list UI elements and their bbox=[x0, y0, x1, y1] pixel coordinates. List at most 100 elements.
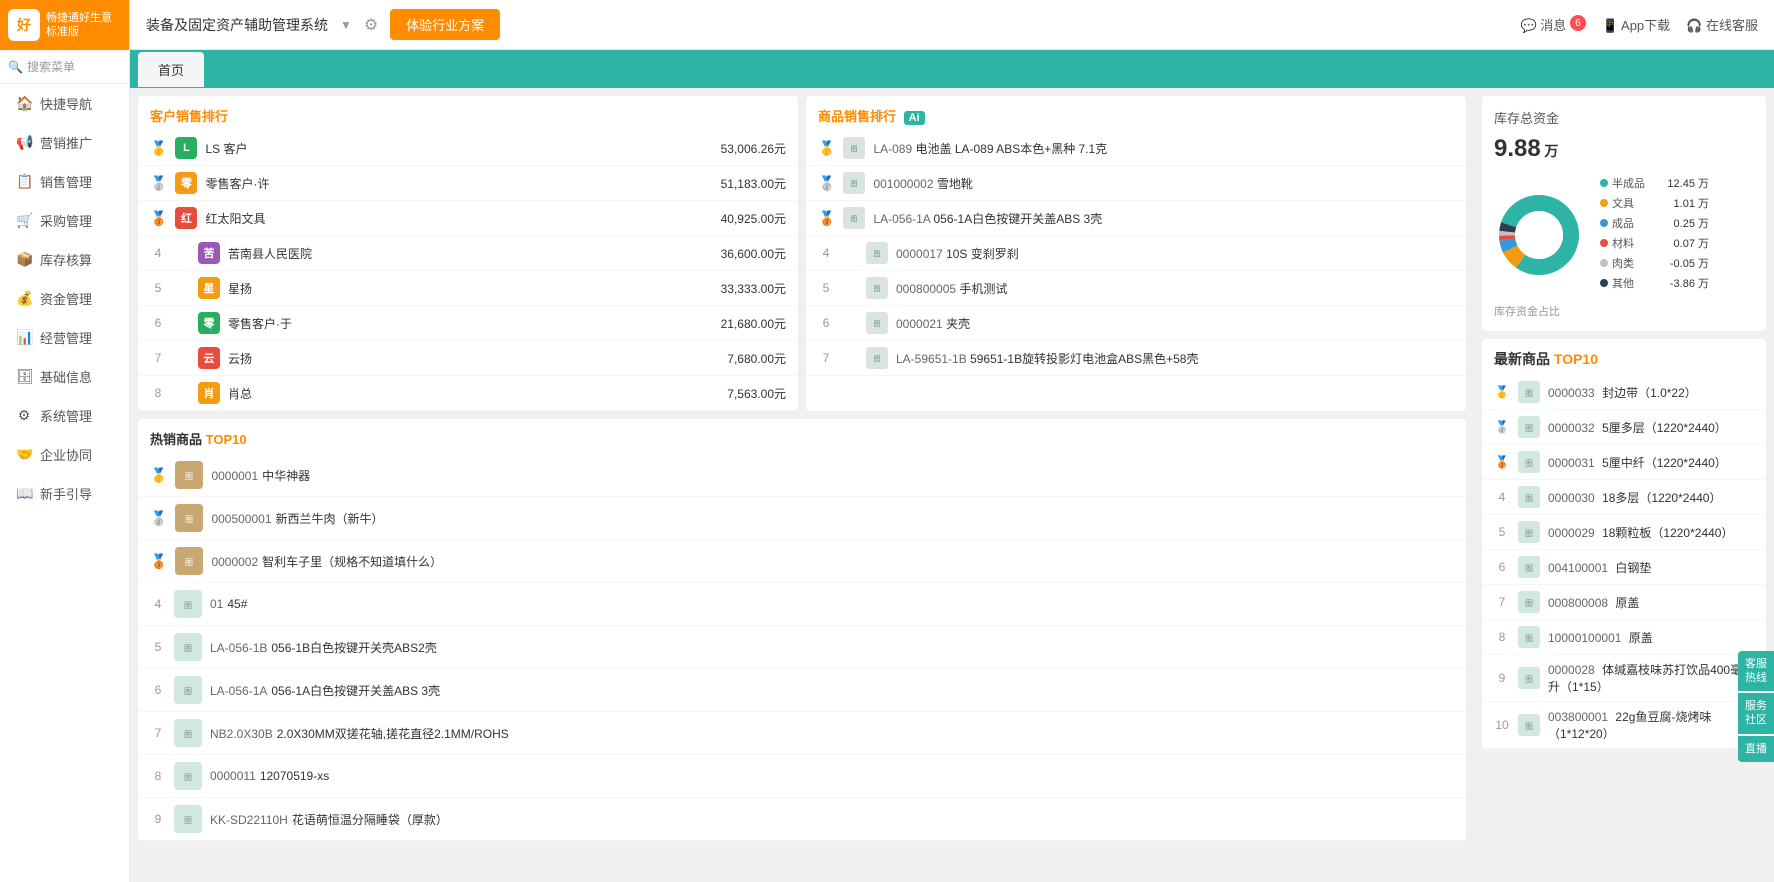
legend-label: 其他 bbox=[1612, 275, 1645, 291]
hot-thumb: 图 bbox=[174, 676, 202, 704]
legend-value: 0.25 万 bbox=[1649, 215, 1709, 231]
app-logo: 好 畅捷通好生意 标准版 bbox=[0, 0, 129, 50]
sidebar-item-2[interactable]: 📋销售管理 bbox=[0, 162, 129, 201]
sidebar-item-1[interactable]: 📢 营销推广 bbox=[0, 123, 129, 162]
float-btn-1[interactable]: 服务 社区 bbox=[1738, 693, 1774, 734]
customer-row-0: 🥇 L LS 客户 53,006.26元 bbox=[138, 131, 798, 166]
legend-label: 材料 bbox=[1612, 235, 1645, 251]
nav-icon-7: 🗄 bbox=[16, 368, 32, 385]
sidebar-item-6[interactable]: 📊经营管理 bbox=[0, 318, 129, 357]
new-thumb: 图 bbox=[1518, 714, 1540, 736]
legend-item-1: 文具 1.01 万 bbox=[1600, 195, 1709, 211]
legend-dot bbox=[1600, 279, 1608, 287]
svg-text:图: 图 bbox=[874, 285, 881, 293]
product-ranking-title: 商品销售排行 Ai bbox=[818, 109, 925, 124]
nav-icon-9: 🤝 bbox=[16, 446, 32, 463]
svg-text:图: 图 bbox=[1525, 564, 1533, 573]
trial-button[interactable]: 体验行业方案 bbox=[390, 9, 500, 40]
sidebar-item-10[interactable]: 📖新手引导 bbox=[0, 474, 129, 513]
product-rank-num: 6 bbox=[818, 316, 834, 330]
sidebar: 好 畅捷通好生意 标准版 🔍 搜索菜单 🏠快捷导航 📢 营销推广 📋销售管理🛒采购管理… bbox=[0, 0, 130, 882]
tab-home[interactable]: 首页 bbox=[138, 52, 204, 87]
sidebar-item-7[interactable]: 🗄基础信息 bbox=[0, 357, 129, 396]
product-ranking-list: 🥇 图 LA-089 电池盖 LA-089 ABS本色+黑种 7.1克 🥈 图 … bbox=[806, 131, 1466, 376]
product-info: 0000021 夹壳 bbox=[896, 315, 1454, 332]
customer-amount: 7,680.00元 bbox=[727, 350, 786, 367]
new-products-top: TOP10 bbox=[1554, 351, 1598, 367]
hot-item-2: 🥉 图 0000002智利车子里（规格不知道填什么） bbox=[138, 540, 1466, 583]
nav-icon-5: 💰 bbox=[16, 290, 32, 307]
svg-text:图: 图 bbox=[1525, 722, 1533, 731]
new-rank-num: 10 bbox=[1494, 718, 1510, 732]
sidebar-search[interactable]: 🔍 搜索菜单 bbox=[0, 50, 129, 84]
legend-value: -0.05 万 bbox=[1649, 255, 1709, 271]
svg-text:图: 图 bbox=[184, 730, 192, 739]
svg-text:图: 图 bbox=[1525, 424, 1533, 433]
customer-avatar: 苦 bbox=[198, 242, 220, 264]
product-thumb: 图 bbox=[866, 242, 888, 264]
sidebar-item-5[interactable]: 💰资金管理 bbox=[0, 279, 129, 318]
stock-legend: 半成品 12.45 万 文具 1.01 万 成品 0.25 万 材料 0.07 … bbox=[1600, 175, 1709, 295]
phone-icon: 📱 bbox=[1602, 18, 1618, 33]
new-products-header: 最新商品 TOP10 bbox=[1482, 339, 1766, 375]
customer-amount: 7,563.00元 bbox=[727, 385, 786, 402]
hot-info: KK-SD22110H花语萌恒温分隔睡袋（厚款） bbox=[210, 811, 1454, 828]
app-download[interactable]: 📱 App下载 bbox=[1602, 15, 1670, 34]
nav-icon-3: 🛒 bbox=[16, 212, 32, 229]
svg-text:图: 图 bbox=[184, 644, 192, 653]
customer-row-5: 6 零 零售客户·于 21,680.00元 bbox=[138, 306, 798, 341]
customer-name: 肖总 bbox=[228, 385, 719, 402]
main-area: 装备及固定资产辅助管理系统 ▼ ⚙ 体验行业方案 💬 消息 6 📱 App下载 … bbox=[130, 0, 1774, 882]
new-thumb: 图 bbox=[1518, 667, 1540, 689]
hot-thumb: 图 bbox=[175, 504, 203, 532]
donut-chart bbox=[1494, 190, 1584, 280]
new-rank-num: 4 bbox=[1494, 490, 1510, 504]
legend-dot bbox=[1600, 179, 1608, 187]
new-thumb: 图 bbox=[1518, 521, 1540, 543]
customer-name: 云扬 bbox=[228, 350, 719, 367]
medal-icon: 🥇 bbox=[150, 140, 167, 157]
hot-thumb: 图 bbox=[174, 590, 202, 618]
float-btn-0[interactable]: 客服 热线 bbox=[1738, 651, 1774, 692]
sidebar-item-4[interactable]: 📦库存核算 bbox=[0, 240, 129, 279]
new-rank-num: 6 bbox=[1494, 560, 1510, 574]
product-row-5: 6 图 0000021 夹壳 bbox=[806, 306, 1466, 341]
message-icon: 💬 bbox=[1520, 18, 1536, 33]
new-item-5: 6 图 004100001 白钢垫 bbox=[1482, 550, 1766, 585]
hot-info: 0000001中华神器 bbox=[211, 467, 1454, 484]
stock-total: 9.88 万 bbox=[1494, 135, 1754, 163]
hot-rank-num: 5 bbox=[150, 640, 166, 654]
sidebar-item-0[interactable]: 🏠快捷导航 bbox=[0, 84, 129, 123]
message-area[interactable]: 💬 消息 6 bbox=[1520, 15, 1585, 34]
product-ranking-header: 商品销售排行 Ai bbox=[806, 96, 1466, 131]
customer-row-7: 8 肖 肖总 7,563.00元 bbox=[138, 376, 798, 411]
product-row-1: 🥈 图 001000002 雪地靴 bbox=[806, 166, 1466, 201]
hot-medal-icon: 🥈 bbox=[150, 510, 167, 527]
product-row-4: 5 图 000800005 手机测试 bbox=[806, 271, 1466, 306]
product-thumb: 图 bbox=[866, 277, 888, 299]
logo-icon: 好 bbox=[8, 9, 40, 41]
product-row-3: 4 图 0000017 10S 变刹罗刹 bbox=[806, 236, 1466, 271]
legend-label: 肉类 bbox=[1612, 255, 1645, 271]
svg-text:图: 图 bbox=[851, 215, 858, 223]
online-service[interactable]: 🎧 在线客服 bbox=[1686, 15, 1758, 34]
nav-icon-1: 📢 bbox=[16, 134, 32, 151]
rank-num: 6 bbox=[150, 316, 166, 330]
system-title: 装备及固定资产辅助管理系统 bbox=[146, 15, 328, 35]
customer-amount: 51,183.00元 bbox=[721, 175, 786, 192]
hot-thumb: 图 bbox=[175, 461, 203, 489]
customer-ranking-list: 🥇 L LS 客户 53,006.26元 🥈 零 零售客户·许 51,183.0… bbox=[138, 131, 798, 411]
sidebar-item-3[interactable]: 🛒采购管理 bbox=[0, 201, 129, 240]
rank-num: 7 bbox=[150, 351, 166, 365]
sidebar-item-8[interactable]: ⚙系统管理 bbox=[0, 396, 129, 435]
product-row-6: 7 图 LA-59651-1B 59651-1B旋转投影灯电池盒ABS黑色+58… bbox=[806, 341, 1466, 376]
settings-icon[interactable]: ⚙ bbox=[364, 15, 378, 35]
hot-item-7: 8 图 000001112070519-xs bbox=[138, 755, 1466, 798]
nav-label-1: 营销推广 bbox=[40, 133, 92, 152]
float-btn-2[interactable]: 直播 bbox=[1738, 736, 1774, 762]
sidebar-nav: 🏠快捷导航 📢 营销推广 📋销售管理🛒采购管理📦库存核算💰资金管理📊经营管理🗄基础信息… bbox=[0, 84, 129, 882]
sidebar-item-9[interactable]: 🤝企业协同 bbox=[0, 435, 129, 474]
dropdown-arrow-icon[interactable]: ▼ bbox=[340, 18, 352, 32]
product-thumb: 图 bbox=[843, 137, 865, 159]
new-rank-num: 9 bbox=[1494, 671, 1510, 685]
